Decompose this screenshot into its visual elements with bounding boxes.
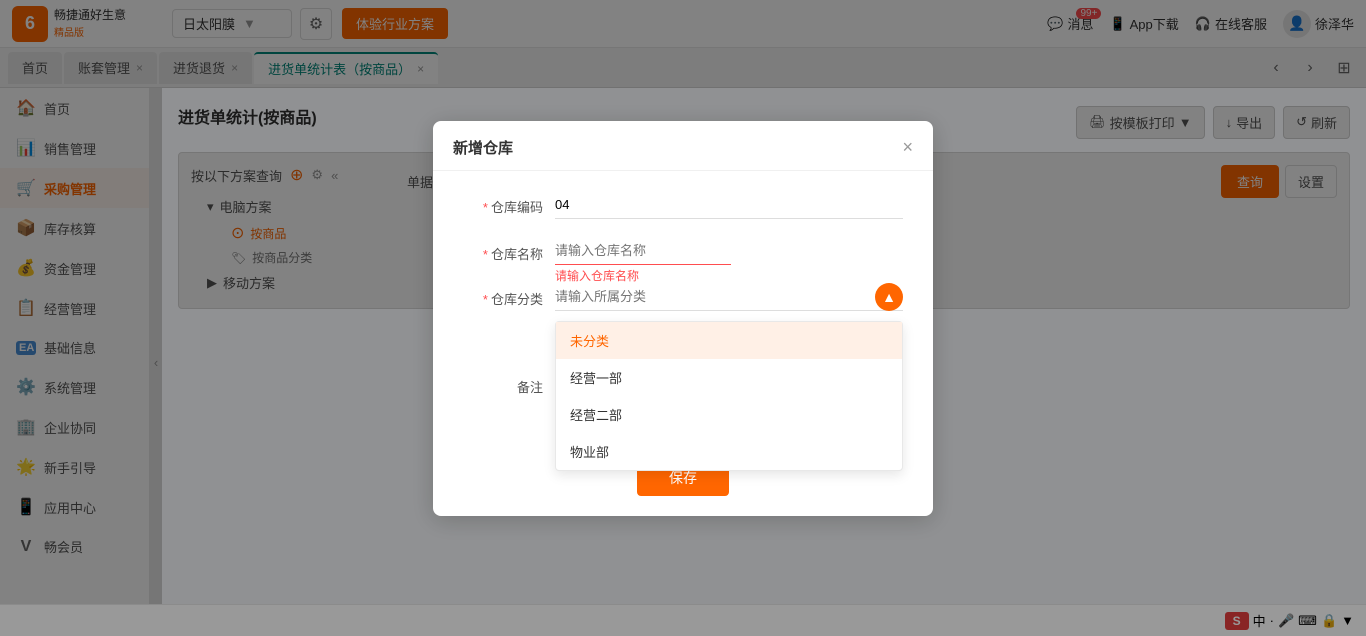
modal-header: 新增仓库 × [433, 121, 933, 171]
modal-overlay: 新增仓库 × 仓库编码 仓库名称 请输入仓库名称 仓库分类 [0, 0, 1366, 636]
dropdown-item-dept2[interactable]: 经营二部 [556, 396, 902, 433]
modal-body: 仓库编码 仓库名称 请输入仓库名称 仓库分类 ▲ [433, 171, 933, 452]
category-dropdown-list: 未分类 经营一部 经营二部 物业部 [555, 321, 903, 471]
category-row: 仓库分类 ▲ 未分类 经营一部 经营二部 物业部 [463, 283, 903, 311]
warehouse-modal: 新增仓库 × 仓库编码 仓库名称 请输入仓库名称 仓库分类 [433, 121, 933, 516]
name-input[interactable] [555, 237, 731, 265]
modal-close-btn[interactable]: × [902, 137, 913, 158]
code-label: 仓库编码 [463, 191, 543, 216]
modal-title: 新增仓库 [453, 137, 513, 158]
category-dropdown-btn[interactable]: ▲ [875, 283, 903, 311]
category-label: 仓库分类 [463, 283, 543, 308]
name-error-msg: 请输入仓库名称 [555, 267, 639, 284]
code-input[interactable] [555, 191, 903, 219]
category-select-wrap: ▲ 未分类 经营一部 经营二部 物业部 [555, 283, 903, 311]
chevron-up-icon: ▲ [882, 289, 896, 305]
name-label: 仓库名称 [463, 238, 543, 263]
code-row: 仓库编码 [463, 191, 903, 219]
category-input[interactable] [555, 283, 903, 311]
name-row: 仓库名称 请输入仓库名称 [463, 237, 903, 265]
dropdown-item-property[interactable]: 物业部 [556, 433, 902, 470]
dropdown-item-dept1[interactable]: 经营一部 [556, 359, 902, 396]
note-label: 备注 [463, 371, 543, 396]
dropdown-item-uncategorized[interactable]: 未分类 [556, 322, 902, 359]
